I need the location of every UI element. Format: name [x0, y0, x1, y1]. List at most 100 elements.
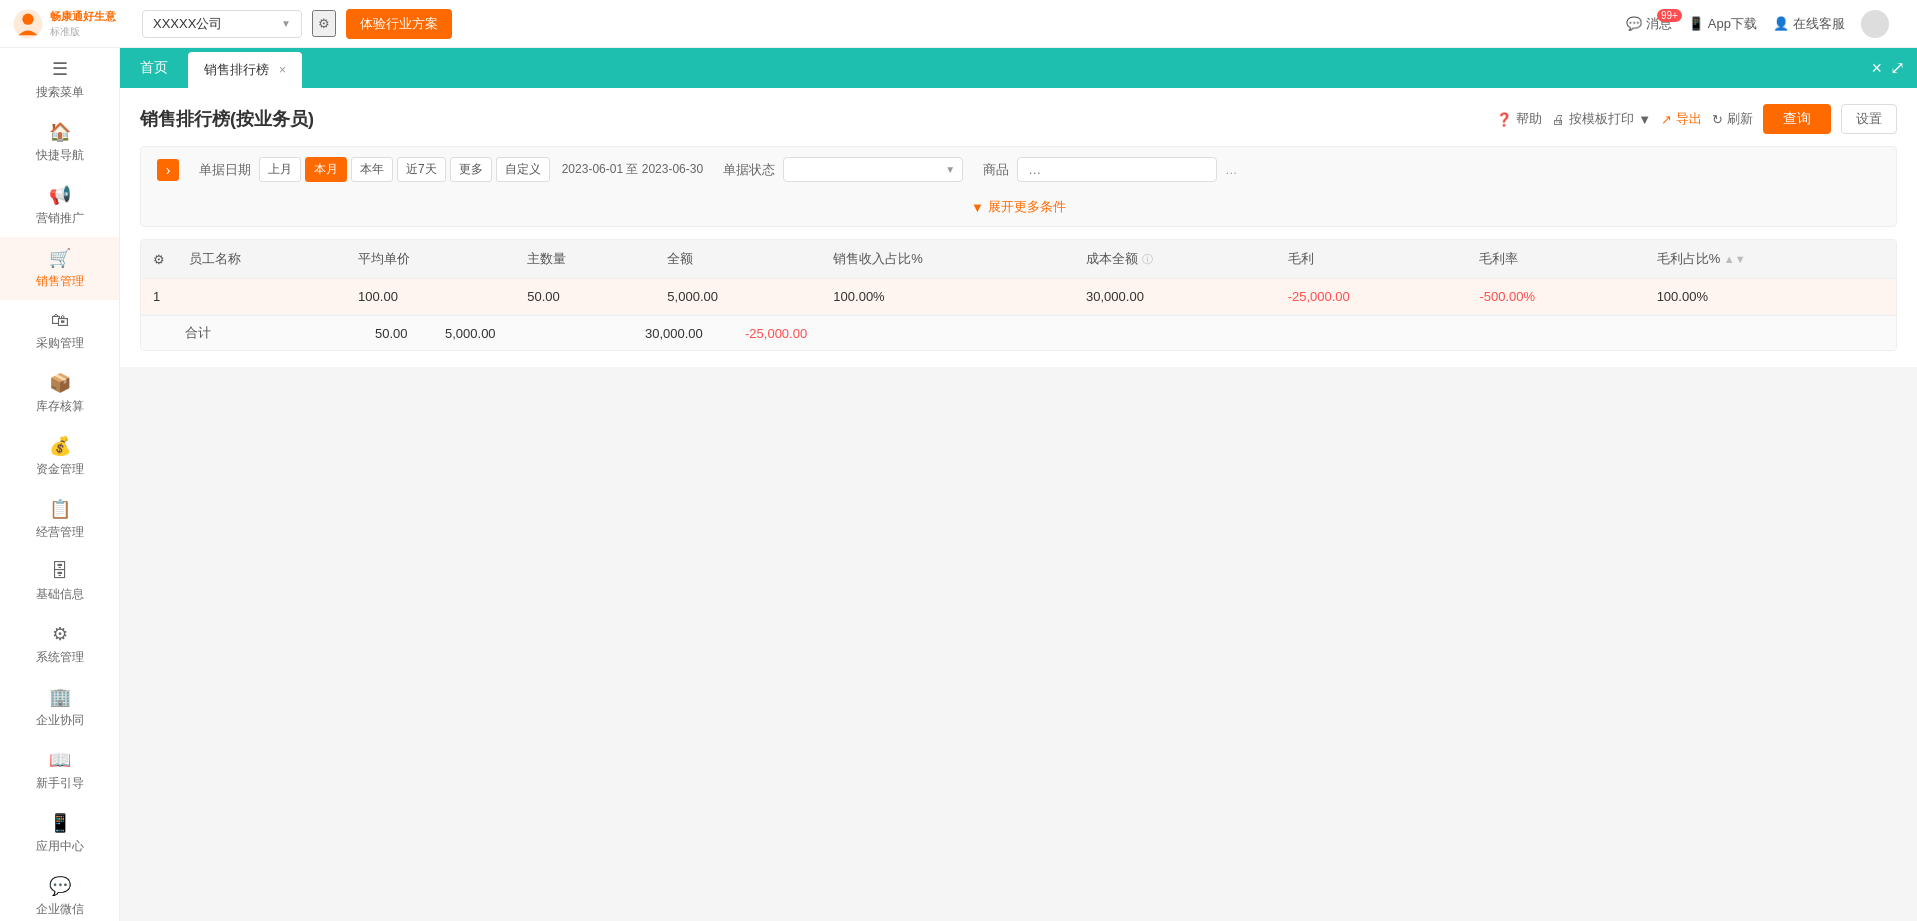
setting-button[interactable]: 设置 — [1841, 104, 1897, 134]
tab-sales-ranking[interactable]: 销售排行榜 × — [188, 52, 302, 88]
data-table: ⚙ 员工名称 平均单价 主数量 全额 销售收入占比% 成本全额 ⓘ 毛利 毛利率 — [141, 240, 1896, 315]
footer-cost: 30,000.00 — [645, 326, 745, 341]
status-filter: 单据状态 ▼ — [723, 157, 963, 182]
sidebar-item-sales[interactable]: 🛒 销售管理 — [0, 237, 119, 300]
sidebar-item-label: 营销推广 — [36, 210, 84, 227]
expand-icon: ▼ — [971, 200, 984, 215]
company-selector[interactable]: XXXXX公司 ▼ — [142, 10, 302, 38]
filter-area: › 单据日期 上月 本月 本年 近7天 更多 自定义 — [140, 146, 1897, 227]
date-btn-7days[interactable]: 近7天 — [397, 157, 446, 182]
top-right-area: 💬 消息 99+ 📱 App下载 👤 在线客服 — [1626, 10, 1905, 38]
col-main-qty: 主数量 — [515, 240, 655, 279]
goods-more-link[interactable]: … — [1225, 163, 1237, 177]
online-service-button[interactable]: 👤 在线客服 — [1773, 15, 1845, 33]
message-icon: 💬 — [1626, 16, 1642, 31]
topbar-settings-button[interactable]: ⚙ — [312, 10, 336, 37]
date-range-display: 2023-06-01 至 2023-06-30 — [562, 161, 703, 178]
svg-point-1 — [22, 13, 33, 24]
inventory-icon: 📦 — [49, 372, 71, 394]
sidebar-item-label: 快捷导航 — [36, 147, 84, 164]
col-gross-rate: 毛利率 — [1467, 240, 1644, 279]
sidebar-item-enterprise[interactable]: 🏢 企业协同 — [0, 676, 119, 739]
sidebar-item-label: 基础信息 — [36, 586, 84, 603]
cell-gross-rate: -500.00% — [1467, 279, 1644, 315]
cell-rank: 1 — [141, 279, 177, 315]
online-service-icon: 👤 — [1773, 16, 1789, 31]
date-btn-this-year[interactable]: 本年 — [351, 157, 393, 182]
enterprise-icon: 🏢 — [49, 686, 71, 708]
sidebar: ☰ 搜索菜单 🏠 快捷导航 📢 营销推广 🛒 销售管理 🛍 采购管理 📦 — [0, 48, 120, 921]
col-cost: 成本全额 ⓘ — [1074, 240, 1276, 279]
tab-maximize-button[interactable]: ⤢ — [1890, 57, 1905, 79]
tab-close-window-button[interactable]: × — [1871, 58, 1882, 79]
filter-row: › 单据日期 上月 本月 本年 近7天 更多 自定义 — [157, 157, 1880, 182]
col-gross-pct: 毛利占比% ▲▼ — [1645, 240, 1896, 279]
date-btn-custom[interactable]: 自定义 — [496, 157, 550, 182]
sidebar-item-label: 销售管理 — [36, 273, 84, 290]
sidebar-item-purchase[interactable]: 🛍 采购管理 — [0, 300, 119, 362]
page-actions: ❓ 帮助 🖨 按模板打印 ▼ ↗ 导出 — [1496, 104, 1897, 134]
status-select[interactable] — [783, 157, 963, 182]
app-center-icon: 📱 — [49, 812, 71, 834]
query-button[interactable]: 查询 — [1763, 104, 1831, 134]
footer-total-label: 合计 — [185, 324, 285, 342]
goods-input[interactable] — [1017, 157, 1217, 182]
sidebar-item-wechat[interactable]: 💬 企业微信 — [0, 865, 119, 921]
message-button[interactable]: 💬 消息 99+ — [1626, 15, 1672, 33]
table-row: 1 100.00 50.00 5,000.00 100.00% 30,000.0… — [141, 279, 1896, 315]
date-buttons: 上月 本月 本年 近7天 更多 自定义 — [259, 157, 550, 182]
sidebar-item-label: 应用中心 — [36, 838, 84, 855]
sidebar-item-label: 采购管理 — [36, 335, 84, 352]
refresh-icon: ↻ — [1712, 112, 1723, 127]
date-btn-last-month[interactable]: 上月 — [259, 157, 301, 182]
sidebar-item-app-center[interactable]: 📱 应用中心 — [0, 802, 119, 865]
sidebar-item-inventory[interactable]: 📦 库存核算 — [0, 362, 119, 425]
footer-amount: 5,000.00 — [445, 326, 535, 341]
sidebar-item-label: 企业协同 — [36, 712, 84, 729]
date-btn-this-month[interactable]: 本月 — [305, 157, 347, 182]
sidebar-item-basic-info[interactable]: 🗄 基础信息 — [0, 551, 119, 613]
filter-collapse-button[interactable]: › — [157, 159, 179, 181]
date-filter: 单据日期 上月 本月 本年 近7天 更多 自定义 2023-06-01 至 20… — [199, 157, 703, 182]
sidebar-item-finance[interactable]: 💰 资金管理 — [0, 425, 119, 488]
sidebar-item-marketing[interactable]: 📢 营销推广 — [0, 174, 119, 237]
cell-main-qty: 50.00 — [515, 279, 655, 315]
export-icon: ↗ — [1661, 112, 1672, 127]
sidebar-item-system[interactable]: ⚙ 系统管理 — [0, 613, 119, 676]
expand-conditions-button[interactable]: ▼ 展开更多条件 — [971, 198, 1066, 216]
basic-info-icon: 🗄 — [51, 561, 69, 582]
cell-avg-price: 100.00 — [346, 279, 515, 315]
date-btn-more[interactable]: 更多 — [450, 157, 492, 182]
company-dropdown-icon: ▼ — [281, 18, 291, 29]
export-button[interactable]: ↗ 导出 — [1661, 110, 1702, 128]
template-print-button[interactable]: 🖨 按模板打印 ▼ — [1552, 110, 1651, 128]
app-download-button[interactable]: 📱 App下载 — [1688, 15, 1757, 33]
cell-sales-pct: 100.00% — [821, 279, 1074, 315]
sidebar-item-operations[interactable]: 📋 经营管理 — [0, 488, 119, 551]
main-area: ☰ 搜索菜单 🏠 快捷导航 📢 营销推广 🛒 销售管理 🛍 采购管理 📦 — [0, 48, 1917, 921]
tab-right-actions: × ⤢ — [1871, 57, 1917, 79]
tab-home[interactable]: 首页 — [120, 48, 188, 88]
help-button[interactable]: ❓ 帮助 — [1496, 110, 1542, 128]
sidebar-item-guide[interactable]: 📖 新手引导 — [0, 739, 119, 802]
trial-button[interactable]: 体验行业方案 — [346, 9, 452, 39]
logo-icon — [12, 8, 44, 40]
cell-amount: 5,000.00 — [655, 279, 821, 315]
page-inner: 销售排行榜(按业务员) ❓ 帮助 🖨 按模板打印 ▼ — [120, 88, 1917, 367]
table-footer: 合计 50.00 5,000.00 30,000.00 -25,000.00 — [141, 315, 1896, 350]
refresh-button[interactable]: ↻ 刷新 — [1712, 110, 1753, 128]
table-wrap: ⚙ 员工名称 平均单价 主数量 全额 销售收入占比% 成本全额 ⓘ 毛利 毛利率 — [140, 239, 1897, 351]
sidebar-item-search-orders[interactable]: ☰ 搜索菜单 — [0, 48, 119, 111]
avatar[interactable] — [1861, 10, 1889, 38]
top-bar: 畅康通好生意标准版 XXXXX公司 ▼ ⚙ 体验行业方案 💬 消息 99+ 📱 … — [0, 0, 1917, 48]
guide-icon: 📖 — [49, 749, 71, 771]
cell-gross: -25,000.00 — [1276, 279, 1468, 315]
col-amount: 全额 — [655, 240, 821, 279]
logo-area: 畅康通好生意标准版 — [12, 8, 132, 40]
sidebar-item-label: 系统管理 — [36, 649, 84, 666]
sidebar-item-quick-nav[interactable]: 🏠 快捷导航 — [0, 111, 119, 174]
sales-icon: 🛒 — [49, 247, 71, 269]
page-title: 销售排行榜(按业务员) — [140, 107, 314, 131]
tab-close-icon[interactable]: × — [279, 63, 286, 77]
col-avg-price: 平均单价 — [346, 240, 515, 279]
